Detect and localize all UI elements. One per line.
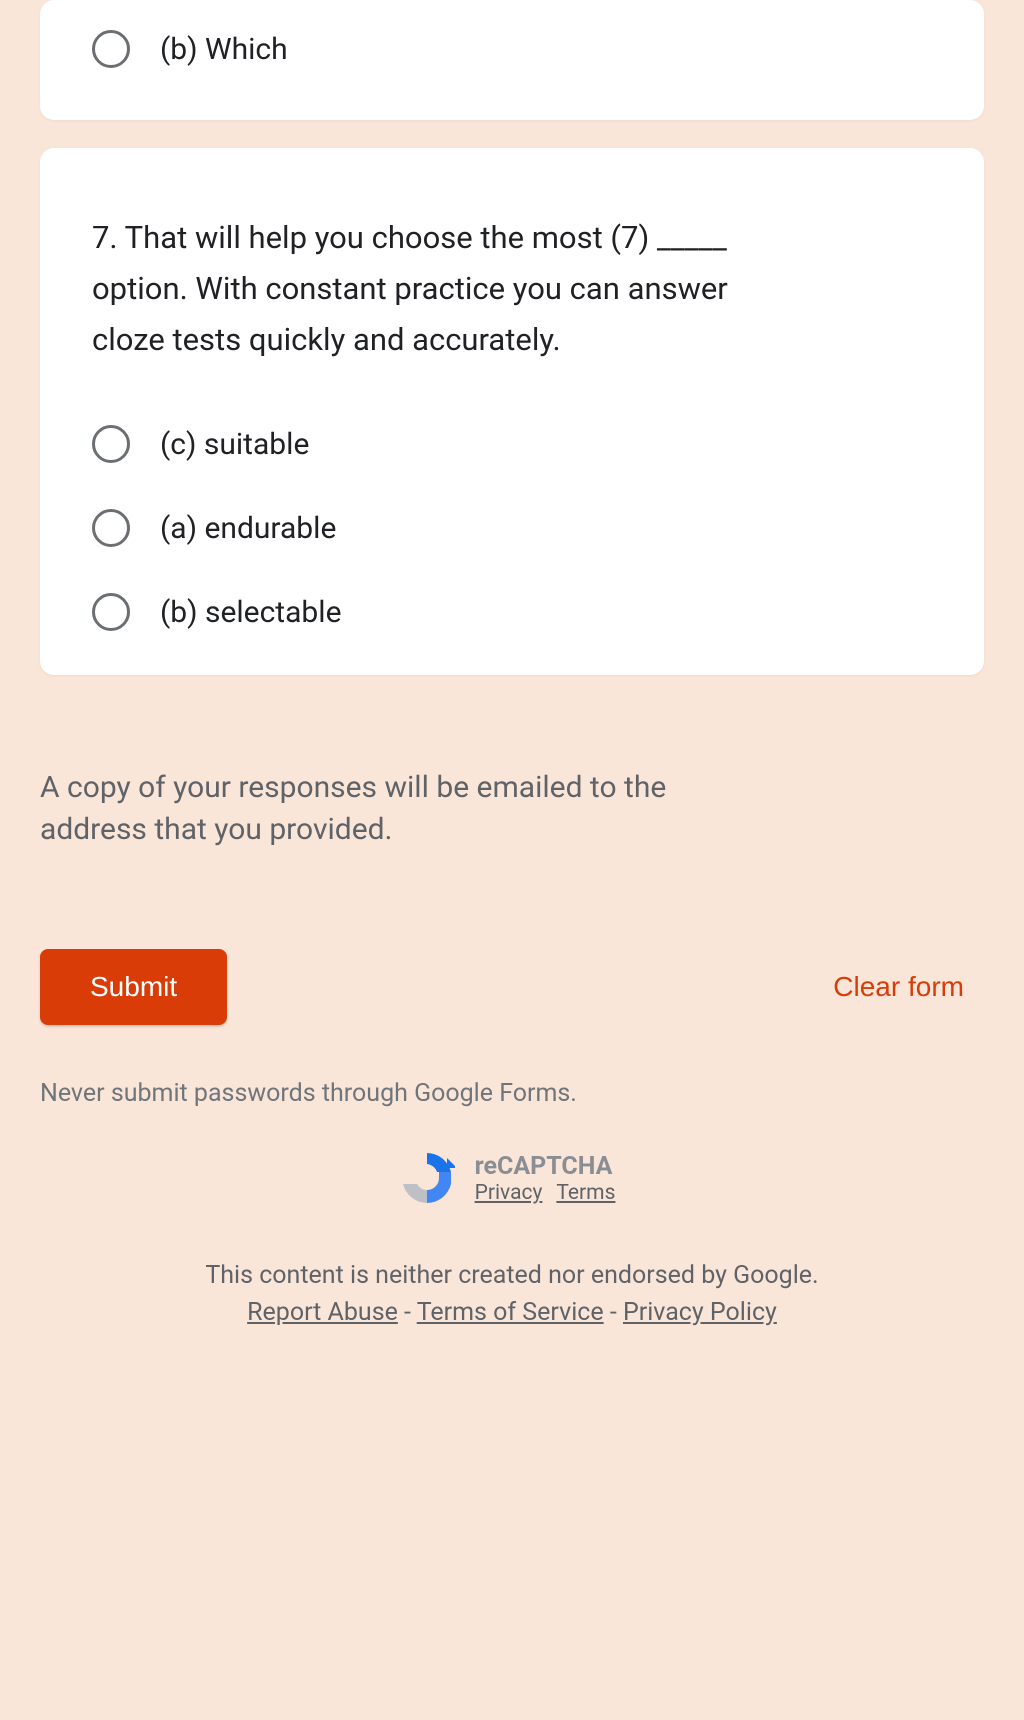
recaptcha-icon [399,1150,455,1206]
clear-form-button[interactable]: Clear form [833,971,984,1003]
q7-option-c[interactable]: (c) suitable [92,425,932,463]
option-label: (c) suitable [160,427,309,462]
option-label: (b) Which [160,32,288,67]
question-text: 7. That will help you choose the most (7… [92,212,772,365]
recaptcha-text: reCAPTCHA Privacy Terms [475,1152,626,1205]
q7-option-b[interactable]: (b) selectable [92,593,932,631]
option-label: (a) endurable [160,511,336,546]
footer-sep: - [604,1298,623,1327]
form-actions: Submit Clear form [40,949,984,1025]
radio-icon [92,509,130,547]
footer-text: This content is neither created nor endo… [40,1258,984,1294]
radio-icon [92,425,130,463]
question-7-card: 7. That will help you choose the most (7… [40,148,984,675]
report-abuse-link[interactable]: Report Abuse [247,1298,398,1327]
q6-option-b[interactable]: (b) Which [92,30,932,68]
email-notice: A copy of your responses will be emailed… [40,767,780,851]
recaptcha-badge: reCAPTCHA Privacy Terms [40,1150,984,1206]
submit-button[interactable]: Submit [40,949,227,1025]
recaptcha-terms-link[interactable]: Terms [556,1181,615,1205]
privacy-policy-link[interactable]: Privacy Policy [623,1298,777,1327]
option-label: (b) selectable [160,595,341,630]
footer: This content is neither created nor endo… [40,1258,984,1331]
footer-sep: - [398,1298,417,1327]
radio-icon [92,30,130,68]
recaptcha-title: reCAPTCHA [475,1152,626,1181]
question-7-options: (c) suitable (a) endurable (b) selectabl… [92,425,932,631]
q7-option-a[interactable]: (a) endurable [92,509,932,547]
radio-icon [92,593,130,631]
password-disclaimer: Never submit passwords through Google Fo… [40,1079,984,1108]
recaptcha-privacy-link[interactable]: Privacy [475,1181,543,1205]
question-6-card: (b) Which [40,0,984,120]
terms-of-service-link[interactable]: Terms of Service [417,1298,604,1327]
